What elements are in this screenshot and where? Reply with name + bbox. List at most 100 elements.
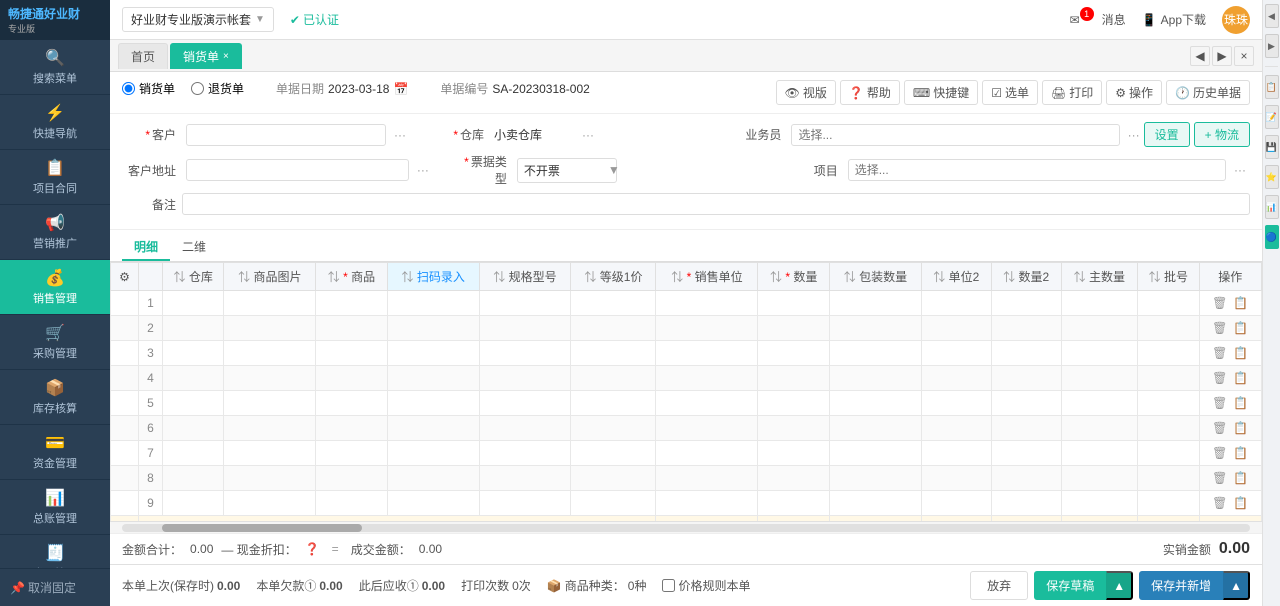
th-batch[interactable]: ⇅ 批号 [1138,263,1199,291]
row-scan[interactable] [387,416,479,441]
radio-sales-input[interactable] [122,82,135,95]
th-settings[interactable]: ⚙ [111,263,139,291]
th-quantity[interactable]: ⇅ * 数量 [758,263,830,291]
cancel-fixed-btn[interactable]: 📌 取消固定 [6,575,104,600]
sidebar-item-marketing[interactable]: 📢 营销推广 [0,205,110,260]
th-spec[interactable]: ⇅ 规格型号 [479,263,571,291]
row-scan[interactable] [387,391,479,416]
detail-tab-1[interactable]: 明细 [122,234,170,261]
row-qty[interactable] [758,491,830,516]
row-qty2[interactable] [991,391,1061,416]
row-copy-btn[interactable]: 📋 [1231,345,1250,361]
row-spec[interactable] [479,391,571,416]
shortcut-btn[interactable]: ⌨快捷键 [904,80,978,105]
row-price[interactable] [571,416,656,441]
row-qty[interactable] [758,416,830,441]
row-main-qty[interactable] [1061,316,1138,341]
row-price[interactable] [571,341,656,366]
row-product[interactable] [316,366,388,391]
right-sidebar-btn-6[interactable]: ⭐ [1265,165,1279,189]
row-batch[interactable] [1138,491,1199,516]
add-material-btn[interactable]: + 物流 [1194,122,1250,147]
radio-return[interactable]: 退货单 [191,80,244,97]
tab-close-all-btn[interactable]: × [1234,46,1254,66]
row-main-qty[interactable] [1061,466,1138,491]
row-pkg-qty[interactable] [830,316,922,341]
row-product[interactable] [316,491,388,516]
row-qty[interactable] [758,291,830,316]
sidebar-item-ledger[interactable]: 📊 总账管理 [0,480,110,535]
row-delete-btn[interactable]: 🗑 [1210,445,1229,461]
row-batch[interactable] [1138,291,1199,316]
row-sales-unit[interactable] [656,466,758,491]
row-sales-unit[interactable] [656,441,758,466]
row-sales-unit[interactable] [656,391,758,416]
project-dots-btn[interactable]: ··· [1230,163,1250,177]
row-qty[interactable] [758,366,830,391]
sidebar-item-sales[interactable]: 💰 销售管理 [0,260,110,315]
row-spec[interactable] [479,341,571,366]
radio-return-input[interactable] [191,82,204,95]
row-price[interactable] [571,466,656,491]
row-warehouse[interactable] [163,491,224,516]
row-delete-btn[interactable]: 🗑 [1210,345,1229,361]
right-sidebar-btn-8[interactable]: 🔵 [1265,225,1279,249]
app-download-btn[interactable]: 📱 App下载 [1142,11,1206,28]
row-spec[interactable] [479,491,571,516]
save-draft-btn[interactable]: 保存草稿 [1034,571,1106,600]
horizontal-scrollbar[interactable] [110,521,1262,533]
row-scan[interactable] [387,316,479,341]
row-copy-btn[interactable]: 📋 [1231,420,1250,436]
row-spec[interactable] [479,441,571,466]
row-price[interactable] [571,291,656,316]
salesperson-dots-btn[interactable]: ··· [1124,128,1144,142]
row-pkg-qty[interactable] [830,416,922,441]
row-scan[interactable] [387,291,479,316]
th-product-img[interactable]: ⇅ 商品图片 [224,263,316,291]
warehouse-dots-btn[interactable]: ··· [578,128,598,142]
salesperson-input[interactable] [791,124,1119,146]
row-spec[interactable] [479,366,571,391]
row-warehouse[interactable] [163,441,224,466]
row-copy-btn[interactable]: 📋 [1231,495,1250,511]
row-warehouse[interactable] [163,391,224,416]
row-price[interactable] [571,491,656,516]
row-qty[interactable] [758,391,830,416]
row-sales-unit[interactable] [656,341,758,366]
setup-btn[interactable]: 设置 [1144,122,1190,147]
row-qty2[interactable] [991,416,1061,441]
th-warehouse[interactable]: ⇅ 仓库 [163,263,224,291]
row-pkg-qty[interactable] [830,491,922,516]
row-sales-unit[interactable] [656,491,758,516]
row-spec[interactable] [479,416,571,441]
right-sidebar-btn-3[interactable]: 📋 [1265,75,1279,99]
th-pkg-qty[interactable]: ⇅ 包装数量 [830,263,922,291]
row-qty[interactable] [758,341,830,366]
abandon-btn[interactable]: 放弃 [970,571,1028,600]
row-scan[interactable] [387,491,479,516]
right-sidebar-btn-4[interactable]: 📝 [1265,105,1279,129]
sidebar-item-project[interactable]: 📋 项目合同 [0,150,110,205]
price-check-item[interactable]: 价格规则本单 [662,577,750,594]
save-new-btn[interactable]: 保存并新增 [1139,571,1223,600]
right-sidebar-btn-7[interactable]: 📊 [1265,195,1279,219]
customer-addr-input[interactable] [186,159,409,181]
row-sales-unit[interactable] [656,366,758,391]
invoice-select[interactable]: 不开票 ▼ [517,158,617,183]
operation-btn[interactable]: ⚙操作 [1106,80,1162,105]
row-pkg-qty[interactable] [830,341,922,366]
th-scan-entry[interactable]: ⇅ 扫码录入 [387,263,479,291]
row-qty2[interactable] [991,366,1061,391]
row-price[interactable] [571,366,656,391]
row-warehouse[interactable] [163,366,224,391]
project-input[interactable] [848,159,1226,181]
tab-sales-order[interactable]: 销货单 × [170,43,242,69]
tab-home[interactable]: 首页 [118,43,168,69]
row-main-qty[interactable] [1061,341,1138,366]
row-product[interactable] [316,341,388,366]
row-pkg-qty[interactable] [830,291,922,316]
help-circle-icon[interactable]: ❓ [305,542,320,556]
addr-dots-btn[interactable]: ··· [413,163,433,177]
row-price[interactable] [571,391,656,416]
notes-input[interactable] [182,193,1250,215]
